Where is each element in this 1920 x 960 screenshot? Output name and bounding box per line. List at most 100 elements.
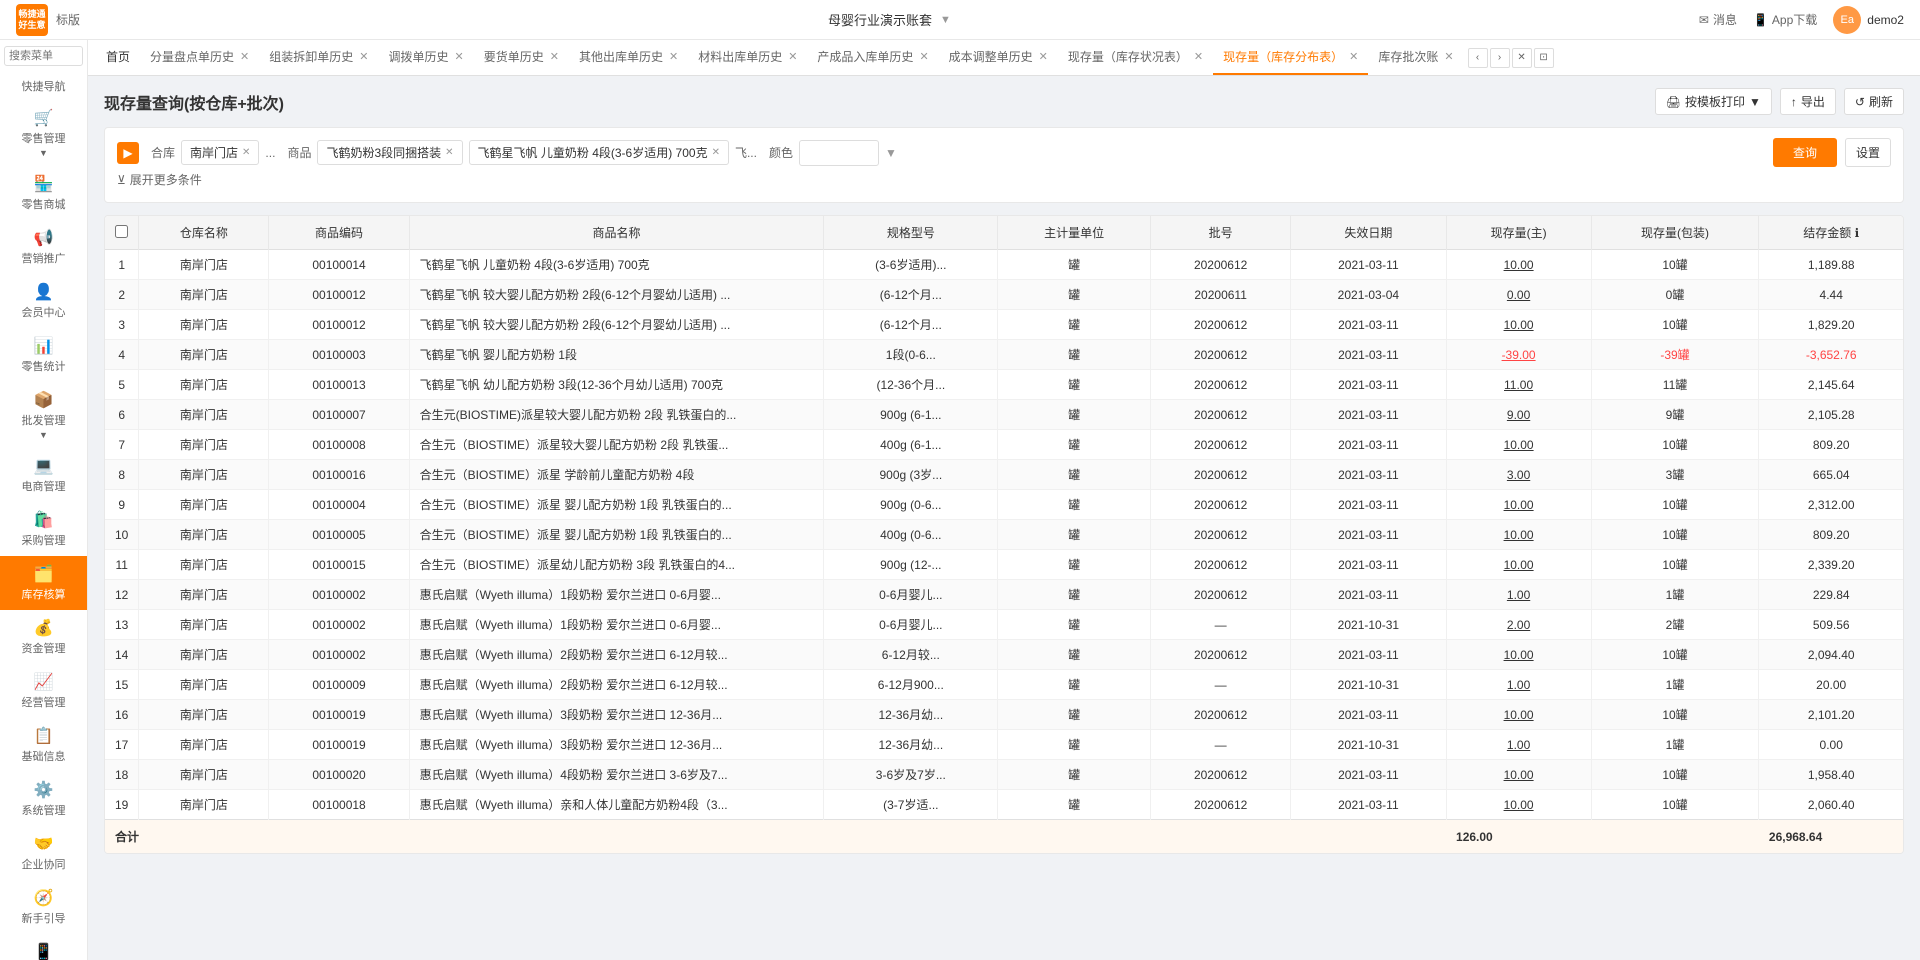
tab-close-mix-history[interactable]: ✕	[455, 50, 464, 63]
sidebar-item-finance-mgmt[interactable]: 💰 资金管理	[0, 610, 87, 664]
user-area[interactable]: Ea demo2	[1833, 6, 1904, 34]
tab-close-other-out-history[interactable]: ✕	[669, 50, 678, 63]
select-all-checkbox[interactable]	[115, 225, 128, 238]
color-dropdown-icon[interactable]: ▼	[885, 146, 897, 160]
tab-close-cost-adjust-history[interactable]: ✕	[1039, 50, 1048, 63]
product-tag-1-remove[interactable]: ✕	[445, 147, 453, 158]
row-batch: 20200611	[1151, 280, 1291, 310]
tab-close-partial-inventory[interactable]: ✕	[240, 50, 249, 63]
message-btn[interactable]: ✉ 消息	[1699, 11, 1737, 28]
row-qty-main[interactable]: 1.00	[1446, 580, 1591, 610]
row-qty-main[interactable]: 10.00	[1446, 550, 1591, 580]
row-amount: 2,101.20	[1759, 700, 1903, 730]
expand-btn[interactable]: ⊻ 展开更多条件	[117, 171, 202, 188]
logo-text: 畅捷通好生意	[18, 9, 45, 31]
row-qty-main[interactable]: 9.00	[1446, 400, 1591, 430]
product-more[interactable]: 飞...	[735, 144, 757, 161]
row-qty-main[interactable]: 3.00	[1446, 460, 1591, 490]
row-no: 16	[105, 700, 139, 730]
row-qty-main[interactable]: 10.00	[1446, 490, 1591, 520]
tab-material-out-history[interactable]: 材料出库单历史 ✕	[688, 41, 807, 75]
tab-close-require-history[interactable]: ✕	[550, 50, 559, 63]
search-btn[interactable]: 查询	[1773, 138, 1837, 167]
tab-require-history[interactable]: 要货单历史 ✕	[474, 41, 569, 75]
tab-close-disassemble-history[interactable]: ✕	[359, 50, 368, 63]
dropdown-icon[interactable]: ▼	[940, 14, 951, 26]
row-qty-main[interactable]: 10.00	[1446, 640, 1591, 670]
row-qty-main[interactable]: 10.00	[1446, 760, 1591, 790]
row-qty-main[interactable]: 10.00	[1446, 520, 1591, 550]
row-qty-main[interactable]: 10.00	[1446, 430, 1591, 460]
sidebar-item-retail-stats[interactable]: 📊 零售统计	[0, 328, 87, 382]
tab-home[interactable]: 首页	[96, 41, 140, 75]
row-qty-main[interactable]: 2.00	[1446, 610, 1591, 640]
tab-label-disassemble-history: 组装拆卸单历史	[269, 48, 353, 65]
sidebar-item-wholesale-mgmt[interactable]: 📦 批发管理 ▼	[0, 382, 87, 448]
tab-close-batch-voucher[interactable]: ✕	[1444, 50, 1453, 63]
row-qty-main[interactable]: 10.00	[1446, 250, 1591, 280]
tab-label-partial-inventory: 分量盘点单历史	[150, 48, 234, 65]
account-dropdown[interactable]: 母婴行业演示账套 ▼	[828, 10, 951, 29]
settings-btn[interactable]: 设置	[1845, 138, 1891, 167]
sidebar-item-new-guide[interactable]: 🧭 新手引导	[0, 880, 87, 934]
quick-nav[interactable]: 快捷导航	[0, 72, 87, 100]
tab-expand-btn[interactable]: ⊡	[1534, 48, 1554, 68]
sidebar-item-system-mgmt[interactable]: ⚙️ 系统管理	[0, 772, 87, 826]
sidebar-item-enterprise-coop[interactable]: 🤝 企业协同	[0, 826, 87, 880]
row-code: 00100014	[269, 250, 409, 280]
product-tag-2[interactable]: 飞鹤星飞帆 儿童奶粉 4段(3-6岁适用) 700克 ✕	[469, 140, 729, 165]
tab-close-material-out-history[interactable]: ✕	[788, 50, 797, 63]
sidebar-item-purchase-mgmt[interactable]: 🛍️ 采购管理	[0, 502, 87, 556]
row-qty-main[interactable]: -39.00	[1446, 340, 1591, 370]
row-qty-main[interactable]: 0.00	[1446, 280, 1591, 310]
export-btn[interactable]: ↑ 导出	[1780, 88, 1836, 115]
row-qty-main[interactable]: 10.00	[1446, 310, 1591, 340]
warehouse-remove-icon[interactable]: ✕	[242, 147, 250, 158]
print-btn[interactable]: 🖨 按模板打印 ▼	[1655, 88, 1772, 115]
filter-toggle-btn[interactable]: ▶	[117, 142, 139, 164]
avatar: Ea	[1833, 6, 1861, 34]
tab-next-btn[interactable]: ›	[1490, 48, 1510, 68]
warehouse-more[interactable]: ...	[265, 146, 275, 160]
tab-prev-btn[interactable]: ‹	[1468, 48, 1488, 68]
tab-current-inventory-dist[interactable]: 现存量（库存分布表） ✕	[1213, 41, 1368, 75]
row-qty-main[interactable]: 11.00	[1446, 370, 1591, 400]
product-tag-2-remove[interactable]: ✕	[712, 147, 720, 158]
row-qty-main[interactable]: 1.00	[1446, 730, 1591, 760]
tab-close-current-inventory-status[interactable]: ✕	[1194, 50, 1203, 63]
sidebar-item-marketing[interactable]: 📢 营销推广	[0, 220, 87, 274]
product-tag-1[interactable]: 飞鹤奶粉3段同捆搭装 ✕	[317, 140, 462, 165]
tab-close-product-in-history[interactable]: ✕	[919, 50, 928, 63]
sidebar-item-ecommerce-mgmt[interactable]: 💻 电商管理	[0, 448, 87, 502]
sidebar-item-basic-info[interactable]: 📋 基础信息	[0, 718, 87, 772]
sidebar-item-retail-shop[interactable]: 🏪 零售商城	[0, 166, 87, 220]
tab-product-in-history[interactable]: 产成品入库单历史 ✕	[807, 41, 938, 75]
tab-other-out-history[interactable]: 其他出库单历史 ✕	[569, 41, 688, 75]
sidebar-item-member-center[interactable]: 👤 会员中心	[0, 274, 87, 328]
tab-partial-inventory[interactable]: 分量盘点单历史 ✕	[140, 41, 259, 75]
refresh-btn[interactable]: ↺ 刷新	[1844, 88, 1904, 115]
sidebar-item-app-center[interactable]: 📱 应用中心	[0, 934, 87, 960]
sidebar-item-operation-mgmt[interactable]: 📈 经营管理	[0, 664, 87, 718]
warehouse-tag[interactable]: 南岸门店 ✕	[181, 140, 259, 165]
tab-batch-voucher[interactable]: 库存批次账 ✕	[1368, 41, 1463, 75]
tab-close-btn[interactable]: ✕	[1512, 48, 1532, 68]
app-download-btn[interactable]: 📱 App下载	[1753, 11, 1817, 28]
tab-current-inventory-status[interactable]: 现存量（库存状况表） ✕	[1058, 41, 1213, 75]
color-input[interactable]	[799, 140, 879, 166]
sidebar-item-retail-mgmt[interactable]: 🛒 零售管理 ▼	[0, 100, 87, 166]
row-qty-main[interactable]: 1.00	[1446, 670, 1591, 700]
tab-mix-history[interactable]: 调拨单历史 ✕	[378, 41, 473, 75]
row-no: 12	[105, 580, 139, 610]
sidebar-item-inventory-check[interactable]: 🗂️ 库存核算	[0, 556, 87, 610]
row-qty-main[interactable]: 10.00	[1446, 700, 1591, 730]
tab-close-current-inventory-dist[interactable]: ✕	[1349, 50, 1358, 63]
tab-disassemble-history[interactable]: 组装拆卸单历史 ✕	[259, 41, 378, 75]
tab-cost-adjust-history[interactable]: 成本调整单历史 ✕	[939, 41, 1058, 75]
row-qty-main[interactable]: 10.00	[1446, 790, 1591, 820]
message-icon: ✉	[1699, 13, 1709, 27]
th-batch: 批号	[1151, 216, 1291, 250]
row-amount: 2,339.20	[1759, 550, 1903, 580]
search-input[interactable]	[4, 46, 83, 66]
row-expire: 2021-03-11	[1291, 460, 1446, 490]
